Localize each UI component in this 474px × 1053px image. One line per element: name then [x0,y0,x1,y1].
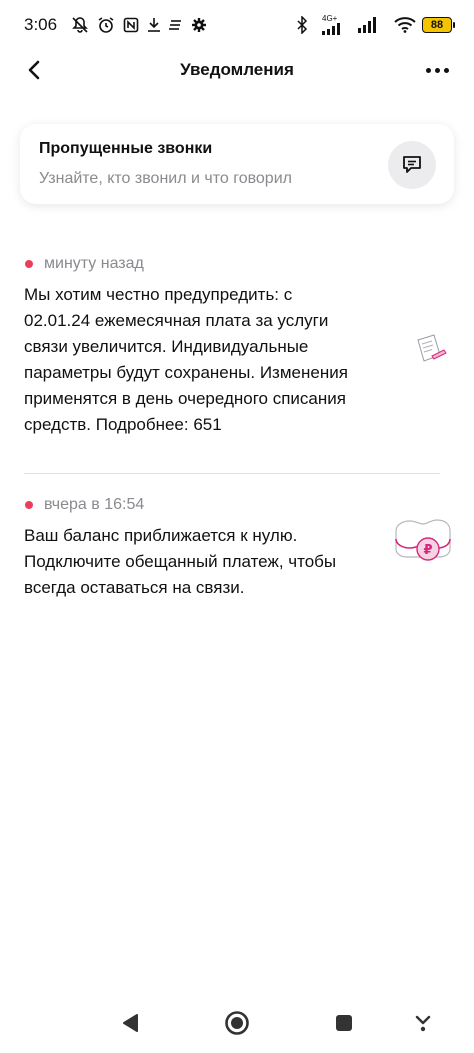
more-menu-button[interactable] [422,58,452,82]
wifi-icon [394,17,416,33]
signal-icon [358,17,380,33]
notification-time: вчера в 16:54 [44,496,145,513]
chat-bubble-icon [403,156,421,173]
notification-meta: вчера в 16:54 [24,493,454,517]
wallet-ruble-icon: ₽ [392,517,454,574]
signal-icon: 4G+ [322,15,344,35]
notification-item[interactable]: минуту назад Мы хотим честно предупредит… [24,252,454,438]
unread-dot [25,501,33,509]
alarm-icon [97,16,115,34]
nav-recents-button[interactable] [324,1010,364,1036]
square-recents-icon [336,1015,352,1031]
status-time: 3:06 [24,15,58,34]
bluetooth-icon [296,16,308,34]
home-circle-icon [225,1011,249,1035]
system-nav-bar [0,1000,474,1046]
missed-calls-title: Пропущенные звонки [39,140,213,157]
page-title: Уведомления [180,60,294,79]
battery-indicator: 88 [422,17,455,33]
notes-icon [169,18,183,32]
missed-calls-card[interactable]: Пропущенные звонки Узнайте, кто звонил и… [20,124,454,204]
svg-text:₽: ₽ [423,543,432,558]
chevron-left-icon [28,60,40,80]
down-arrow-icon [415,1015,431,1032]
back-button[interactable] [22,58,46,82]
nav-extra-button[interactable] [408,1010,438,1036]
notification-item[interactable]: вчера в 16:54 Ваш баланс приближается к … [24,493,454,601]
notification-time: минуту назад [44,255,144,272]
more-dots-icon [425,67,431,73]
screen: 3:06 4G+ 88 Уведомления Пропущенные звон… [0,0,474,1053]
nfc-icon [123,17,139,33]
nav-home-button[interactable] [217,1008,257,1038]
document-pen-icon [414,332,450,377]
unread-dot [25,260,33,268]
status-right: 4G+ 88 [288,15,455,35]
missed-calls-subtitle: Узнайте, кто звонил и что говорил [39,170,292,187]
notification-meta: минуту назад [24,252,454,276]
download-icon [147,17,161,33]
network-label: 4G+ [322,14,338,23]
notification-text: Ваш баланс приближается к нулю. Подключи… [24,526,337,597]
mute-icon [71,16,89,34]
status-bar: 3:06 4G+ 88 [0,0,474,50]
nav-back-button[interactable] [110,1010,150,1036]
app-header: Уведомления [0,50,474,90]
missed-calls-chat-button[interactable] [388,141,436,189]
notification-text: Мы хотим честно предупредить: с 02.01.24… [24,285,348,434]
gear-icon [191,17,207,33]
triangle-back-icon [123,1014,138,1032]
divider [24,473,440,474]
